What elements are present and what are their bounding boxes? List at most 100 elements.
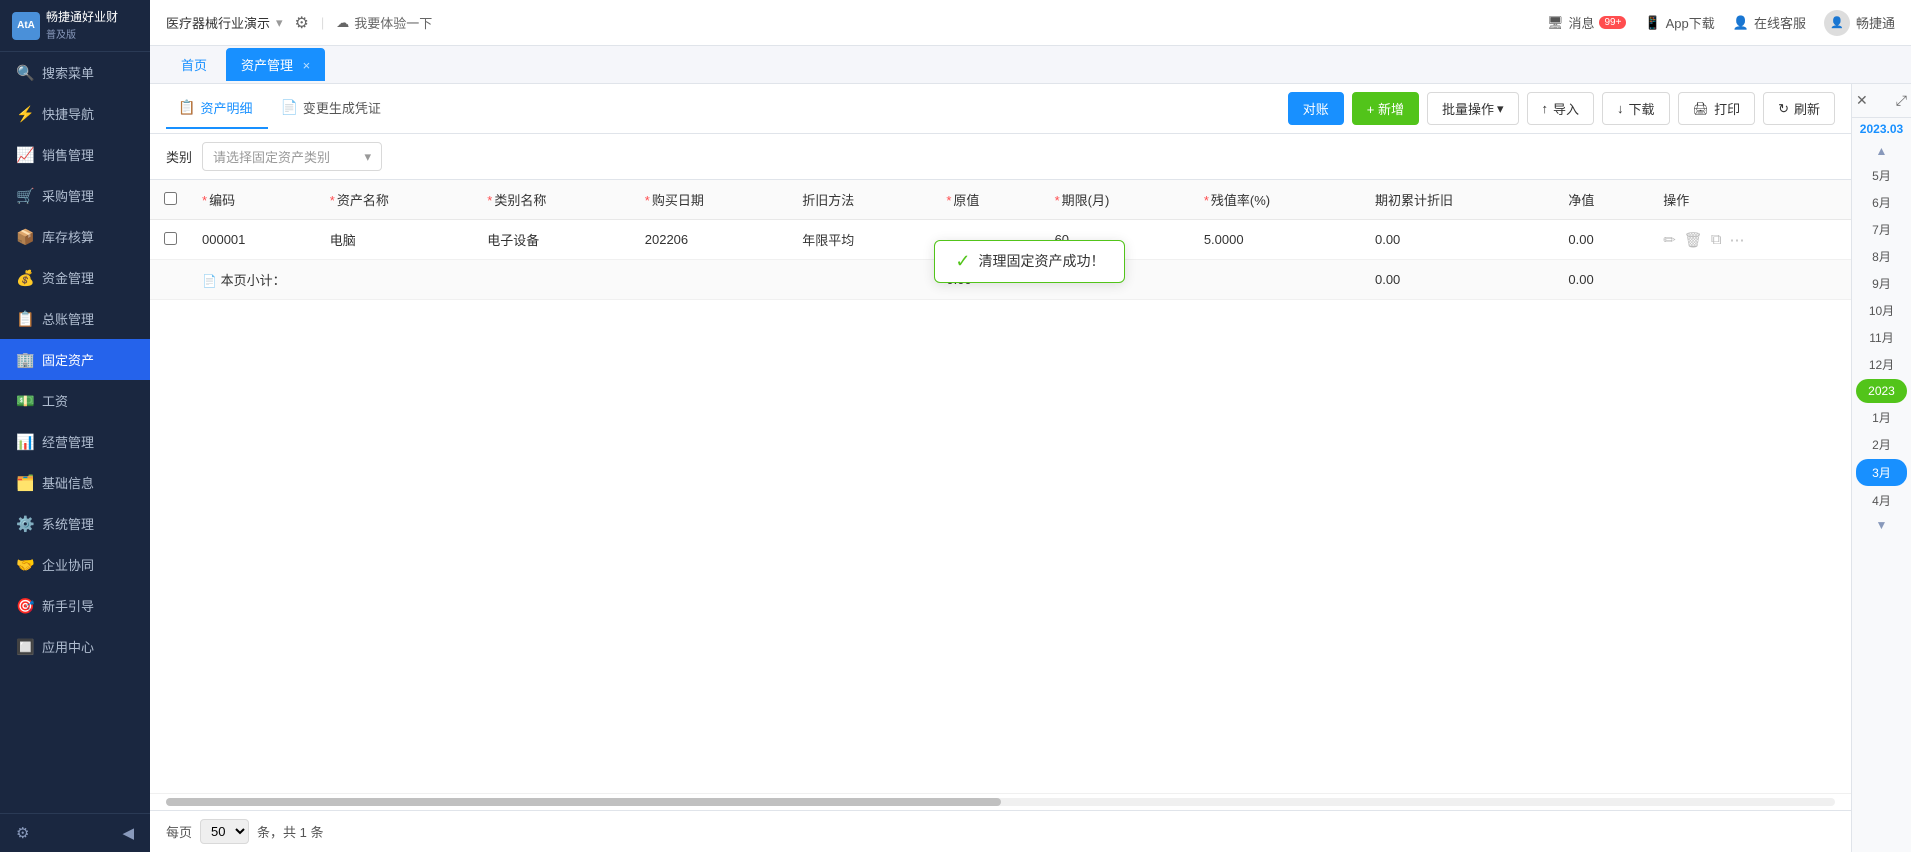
refresh-button[interactable]: ↻ 刷新 [1763, 92, 1835, 125]
sub-tab-voucher[interactable]: 📄 变更生成凭证 [268, 88, 396, 129]
sidebar-item-label: 固定资产 [42, 350, 94, 369]
month-4[interactable]: 4月 [1852, 487, 1911, 514]
sidebar-item-guide[interactable]: 🎯 新手引导 [0, 585, 150, 626]
edit-icon[interactable]: ✏ [1663, 231, 1676, 249]
select-all-checkbox[interactable] [164, 192, 177, 205]
fixed-assets-icon: 🏢 [16, 351, 34, 369]
sub-tab-detail[interactable]: 📋 资产明细 [166, 88, 268, 129]
sidebar-logo: AtA 畅捷通好业财 普及版 [0, 0, 150, 52]
voucher-icon: 📄 [280, 99, 297, 116]
scroll-up-icon[interactable]: ▲ [1876, 140, 1888, 162]
month-12[interactable]: 12月 [1852, 351, 1911, 378]
app-download-action[interactable]: 📱 App下载 [1644, 13, 1714, 32]
sidebar-item-finance[interactable]: 💰 资金管理 [0, 257, 150, 298]
user-area[interactable]: 👤 畅捷通 [1824, 10, 1895, 36]
category-placeholder: 请选择固定资产类别 [213, 147, 330, 166]
online-service-action[interactable]: 👤 在线客服 [1733, 13, 1806, 32]
header-right: 🖥 消息 99+ 📱 App下载 👤 在线客服 👤 畅捷通 [1547, 10, 1895, 36]
year-period: 2023.03 [1852, 118, 1911, 140]
import-label: 导入 [1553, 99, 1579, 118]
month-7[interactable]: 7月 [1852, 216, 1911, 243]
month-2[interactable]: 2月 [1852, 431, 1911, 458]
sidebar-item-app-center[interactable]: 🔲 应用中心 [0, 626, 150, 667]
month-3-current[interactable]: 3月 [1856, 459, 1907, 486]
sidebar-item-purchase[interactable]: 🛒 采购管理 [0, 175, 150, 216]
sidebar-item-sales[interactable]: 📈 销售管理 [0, 134, 150, 175]
month-1[interactable]: 1月 [1852, 404, 1911, 431]
month-8[interactable]: 8月 [1852, 243, 1911, 270]
per-page-select[interactable]: 50 [200, 819, 249, 844]
sidebar-item-quicknav[interactable]: ⚡ 快捷导航 [0, 93, 150, 134]
sub-tab-detail-label: 资产明细 [200, 98, 252, 117]
month-10[interactable]: 10月 [1852, 297, 1911, 324]
import-button[interactable]: ↑ 导入 [1527, 92, 1595, 125]
success-check-icon: ✓ [955, 251, 970, 272]
sidebar-item-label: 应用中心 [42, 637, 94, 656]
category-select[interactable]: 请选择固定资产类别 ▾ [202, 142, 382, 171]
sidebar-item-operations[interactable]: 📊 经营管理 [0, 421, 150, 462]
action-icons: ✏ 🗑 ⧉ ⋯ [1663, 231, 1839, 249]
row-code: 000001 [190, 220, 318, 260]
sidebar-item-salary[interactable]: 💵 工资 [0, 380, 150, 421]
tab-assets-label: 资产管理 [241, 58, 293, 73]
year-marker-2023[interactable]: 2023 [1856, 379, 1907, 403]
cloud-icon: ☁ [336, 15, 349, 31]
notification-label: 消息 [1568, 13, 1594, 32]
row-checkbox[interactable] [164, 232, 177, 245]
sub-tabs: 📋 资产明细 📄 变更生成凭证 [150, 88, 413, 129]
sidebar-item-ledger[interactable]: 📋 总账管理 [0, 298, 150, 339]
notification-action[interactable]: 🖥 消息 99+ [1547, 13, 1627, 32]
company-select[interactable]: 医疗器械行业演示 ▾ [166, 13, 283, 32]
sidebar-item-label: 快捷导航 [42, 104, 94, 123]
tab-assets[interactable]: 资产管理 × [226, 48, 325, 81]
notification-icon: 🖥 [1547, 15, 1564, 31]
month-5[interactable]: 5月 [1852, 162, 1911, 189]
inventory-icon: 📦 [16, 228, 34, 246]
row-depreciation-method: 年限平均 [790, 220, 934, 260]
right-panel-expand-icon[interactable]: ⤢ [1896, 92, 1907, 109]
sidebar-item-basic-info[interactable]: 🗂️ 基础信息 [0, 462, 150, 503]
batch-op-button[interactable]: 批量操作 ▾ [1427, 92, 1519, 125]
search-icon: 🔍 [16, 64, 34, 82]
header-net-value: 净值 [1556, 180, 1651, 220]
tab-home[interactable]: 首页 [166, 48, 222, 81]
month-11[interactable]: 11月 [1852, 324, 1911, 351]
sidebar-item-label: 库存核算 [42, 227, 94, 246]
logo-sub: 普及版 [46, 26, 118, 41]
month-6[interactable]: 6月 [1852, 189, 1911, 216]
right-panel-close-icon[interactable]: ✕ [1856, 92, 1868, 109]
collapse-icon[interactable]: ◀ [122, 824, 134, 842]
delete-icon[interactable]: 🗑 [1684, 231, 1703, 249]
purchase-icon: 🛒 [16, 187, 34, 205]
gear-icon[interactable]: ⚙ [295, 13, 309, 33]
row-residual-rate: 5.0000 [1192, 220, 1363, 260]
month-9[interactable]: 9月 [1852, 270, 1911, 297]
copy-icon[interactable]: ⧉ [1711, 231, 1722, 248]
experience-button[interactable]: ☁ 我要体验一下 [336, 13, 432, 32]
new-button[interactable]: + 新增 [1352, 92, 1419, 125]
sidebar-item-label: 系统管理 [42, 514, 94, 533]
tab-close-icon[interactable]: × [303, 58, 311, 73]
sidebar-item-inventory[interactable]: 📦 库存核算 [0, 216, 150, 257]
download-button[interactable]: ↓ 下载 [1602, 92, 1670, 125]
sidebar-item-collab[interactable]: 🤝 企业协同 [0, 544, 150, 585]
toast-message: 清理固定资产成功！ [978, 251, 1104, 271]
sidebar-item-search[interactable]: 🔍 搜索菜单 [0, 52, 150, 93]
subtotal-label: 📄 本页小计： [190, 260, 934, 300]
settings-icon[interactable]: ⚙ [16, 824, 29, 842]
row-checkbox-cell [150, 220, 190, 260]
sidebar-item-fixed-assets[interactable]: 🏢 固定资产 [0, 339, 150, 380]
right-panel-header: ✕ ⤢ [1852, 84, 1911, 118]
sidebar-item-label: 搜索菜单 [42, 63, 94, 82]
sidebar-item-label: 工资 [42, 391, 68, 410]
tabs-bar: 首页 资产管理 × [150, 46, 1911, 84]
select-chevron-icon: ▾ [364, 149, 371, 165]
table-row: 000001 电脑 电子设备 202206 年限平均 ✓ 清理固定资产成 [150, 220, 1851, 260]
reconcile-button[interactable]: 对账 [1288, 92, 1344, 125]
pagination-bar: 每页 50 条，共 1 条 [150, 810, 1851, 852]
print-button[interactable]: 🖨 打印 [1678, 92, 1756, 125]
more-icon[interactable]: ⋯ [1730, 231, 1745, 249]
sidebar-item-system[interactable]: ⚙️ 系统管理 [0, 503, 150, 544]
horizontal-scrollbar[interactable] [150, 793, 1851, 810]
scroll-down-icon[interactable]: ▼ [1876, 514, 1888, 536]
